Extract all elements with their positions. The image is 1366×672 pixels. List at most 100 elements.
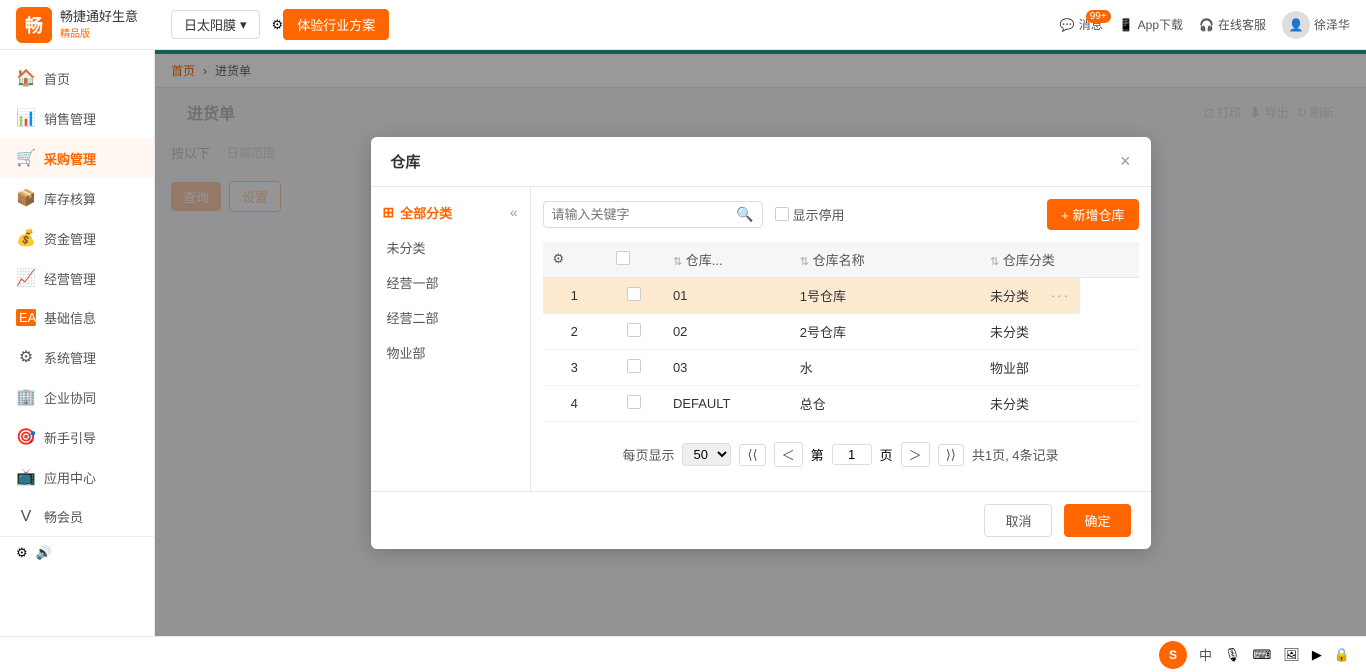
table-row[interactable]: 1 01 1号仓库 未分类··· bbox=[543, 277, 1139, 314]
sidebar-label-finance: 资金管理 bbox=[44, 229, 96, 248]
status-icon-s[interactable]: S bbox=[1159, 641, 1187, 669]
sidebar-label-enterprise: 企业协同 bbox=[44, 388, 96, 407]
sort-icon2: ⇅ bbox=[800, 256, 809, 268]
row-more-btn-0[interactable]: ··· bbox=[1051, 288, 1070, 303]
app-edition: 精品版 bbox=[60, 25, 138, 40]
col-code-label: 仓库... bbox=[686, 253, 723, 268]
table-row[interactable]: 2 02 2号仓库 未分类 bbox=[543, 314, 1139, 350]
settings-bottom-icon[interactable]: ⚙ bbox=[16, 545, 28, 561]
user-profile[interactable]: 👤 徐泽华 bbox=[1282, 11, 1350, 39]
notification-icon: 💬 bbox=[1060, 18, 1075, 32]
sidebar-label-member: 畅会员 bbox=[44, 507, 83, 526]
category-item-2[interactable]: 经营二部 bbox=[371, 300, 530, 335]
sidebar-item-basic[interactable]: EA 基础信息 bbox=[0, 298, 154, 337]
status-bar: S 中 🎙 ⌨ 🖼 ▶ 🔒 bbox=[0, 636, 1366, 672]
row-checkbox-0[interactable] bbox=[627, 287, 641, 301]
sidebar-item-apps[interactable]: 📺 应用中心 bbox=[0, 457, 154, 497]
row-checkbox-1[interactable] bbox=[627, 323, 641, 337]
row-checkbox-2[interactable] bbox=[627, 359, 641, 373]
search-wrap: 🔍 bbox=[543, 201, 763, 228]
category-panel: ⊞ 全部分类 « 未分类 经营一部 经营二部 bbox=[371, 187, 531, 492]
category-item-3[interactable]: 物业部 bbox=[371, 335, 530, 370]
prev-page-button[interactable]: ＜ bbox=[774, 442, 803, 467]
category-label-2: 经营二部 bbox=[387, 311, 439, 326]
sidebar-item-enterprise[interactable]: 🏢 企业协同 bbox=[0, 377, 154, 417]
status-icon-lock[interactable]: 🔒 bbox=[1334, 647, 1350, 663]
row-category-1: 未分类 bbox=[980, 314, 1139, 350]
notification-item[interactable]: 💬 消息 99+ bbox=[1060, 16, 1103, 33]
sidebar-label-inventory: 库存核算 bbox=[44, 189, 96, 208]
purchase-icon: 🛒 bbox=[16, 148, 36, 168]
first-page-button[interactable]: ⟨⟨ bbox=[739, 444, 765, 466]
last-page-button[interactable]: ⟩⟩ bbox=[938, 444, 964, 466]
select-all-checkbox[interactable] bbox=[616, 251, 630, 265]
finance-icon: 💰 bbox=[16, 228, 36, 248]
sidebar-label-purchase: 采购管理 bbox=[44, 149, 96, 168]
row-name-1: 2号仓库 bbox=[790, 314, 980, 350]
category-all[interactable]: ⊞ 全部分类 bbox=[383, 203, 453, 222]
status-icon-image[interactable]: 🖼 bbox=[1283, 647, 1300, 663]
sidebar-item-purchase[interactable]: 🛒 采购管理 bbox=[0, 138, 154, 178]
row-checkbox-3[interactable] bbox=[627, 395, 641, 409]
next-page-button[interactable]: ＞ bbox=[901, 442, 930, 467]
confirm-button[interactable]: 确定 bbox=[1064, 504, 1130, 537]
row-name-0: 1号仓库 bbox=[790, 277, 980, 314]
dialog-header: 仓库 × bbox=[371, 137, 1151, 187]
operation-icon: 📈 bbox=[16, 268, 36, 288]
sidebar-item-home[interactable]: 🏠 首页 bbox=[0, 58, 154, 98]
close-button[interactable]: × bbox=[1120, 152, 1131, 170]
sidebar-item-sales[interactable]: 📊 销售管理 bbox=[0, 98, 154, 138]
status-icon-mic[interactable]: 🎙 bbox=[1224, 647, 1241, 663]
store-name: 日太阳膜 bbox=[184, 15, 236, 34]
sidebar-item-operation[interactable]: 📈 经营管理 bbox=[0, 258, 154, 298]
settings-icon[interactable]: ⚙ bbox=[272, 17, 284, 33]
online-service-item[interactable]: 🎧 在线客服 bbox=[1199, 16, 1266, 33]
top-header: 畅 畅捷通好生意 精品版 日太阳膜 ▾ ⚙ 体验行业方案 💬 消息 99+ 📱 … bbox=[0, 0, 1366, 50]
gear-icon[interactable]: ⚙ bbox=[553, 251, 565, 266]
category-item-0[interactable]: 未分类 bbox=[371, 230, 530, 265]
show-disabled-toggle[interactable]: 显示停用 bbox=[775, 205, 845, 224]
logo-area: 畅 畅捷通好生意 精品版 bbox=[16, 7, 171, 43]
page-number-input[interactable] bbox=[832, 444, 872, 465]
status-icon-play[interactable]: ▶ bbox=[1312, 647, 1322, 663]
cancel-button[interactable]: 取消 bbox=[984, 504, 1052, 537]
table-row[interactable]: 4 DEFAULT 总仓 未分类 bbox=[543, 386, 1139, 422]
sidebar-item-member[interactable]: V 畅会员 bbox=[0, 497, 154, 536]
speaker-icon[interactable]: 🔊 bbox=[36, 545, 52, 561]
dialog-body: ⊞ 全部分类 « 未分类 经营一部 经营二部 bbox=[371, 187, 1151, 492]
collapse-button[interactable]: « bbox=[510, 204, 518, 220]
notification-badge: 99+ bbox=[1086, 10, 1111, 23]
page-label: 第 bbox=[811, 445, 824, 464]
show-disabled-checkbox[interactable] bbox=[775, 207, 789, 221]
store-selector[interactable]: 日太阳膜 ▾ bbox=[171, 10, 260, 39]
modal-overlay: 仓库 × ⊞ 全部分类 « bbox=[155, 50, 1366, 636]
sidebar-item-system[interactable]: ⚙ 系统管理 bbox=[0, 337, 154, 377]
sidebar-item-inventory[interactable]: 📦 库存核算 bbox=[0, 178, 154, 218]
system-icon: ⚙ bbox=[16, 347, 36, 367]
sidebar-item-guide[interactable]: 🎯 新手引导 bbox=[0, 417, 154, 457]
per-page-label: 每页显示 bbox=[622, 445, 674, 464]
row-code-2: 03 bbox=[663, 350, 790, 386]
status-icon-zh[interactable]: 中 bbox=[1199, 645, 1212, 664]
status-icon-keyboard[interactable]: ⌨ bbox=[1253, 647, 1272, 663]
col-name-header: ⇅ 仓库名称 bbox=[790, 242, 980, 278]
home-icon: 🏠 bbox=[16, 68, 36, 88]
row-num-2: 3 bbox=[543, 350, 606, 386]
search-input[interactable] bbox=[552, 207, 737, 222]
table-row[interactable]: 3 03 水 物业部 bbox=[543, 350, 1139, 386]
app-name: 畅捷通好生意 bbox=[60, 9, 138, 26]
add-warehouse-button[interactable]: + 新增仓库 bbox=[1047, 199, 1138, 230]
sidebar-label-operation: 经营管理 bbox=[44, 269, 96, 288]
col-check-header bbox=[606, 242, 663, 278]
sort-icon: ⇅ bbox=[673, 256, 682, 268]
per-page-select[interactable]: 50 bbox=[682, 443, 731, 466]
apps-icon: 📺 bbox=[16, 467, 36, 487]
category-label-0: 未分类 bbox=[387, 241, 426, 256]
row-num-0: 1 bbox=[543, 277, 606, 314]
category-item-1[interactable]: 经营一部 bbox=[371, 265, 530, 300]
enterprise-icon: 🏢 bbox=[16, 387, 36, 407]
trial-button[interactable]: 体验行业方案 bbox=[283, 9, 389, 40]
row-code-3: DEFAULT bbox=[663, 386, 790, 422]
sidebar-item-finance[interactable]: 💰 资金管理 bbox=[0, 218, 154, 258]
app-download-item[interactable]: 📱 App下载 bbox=[1119, 16, 1183, 33]
